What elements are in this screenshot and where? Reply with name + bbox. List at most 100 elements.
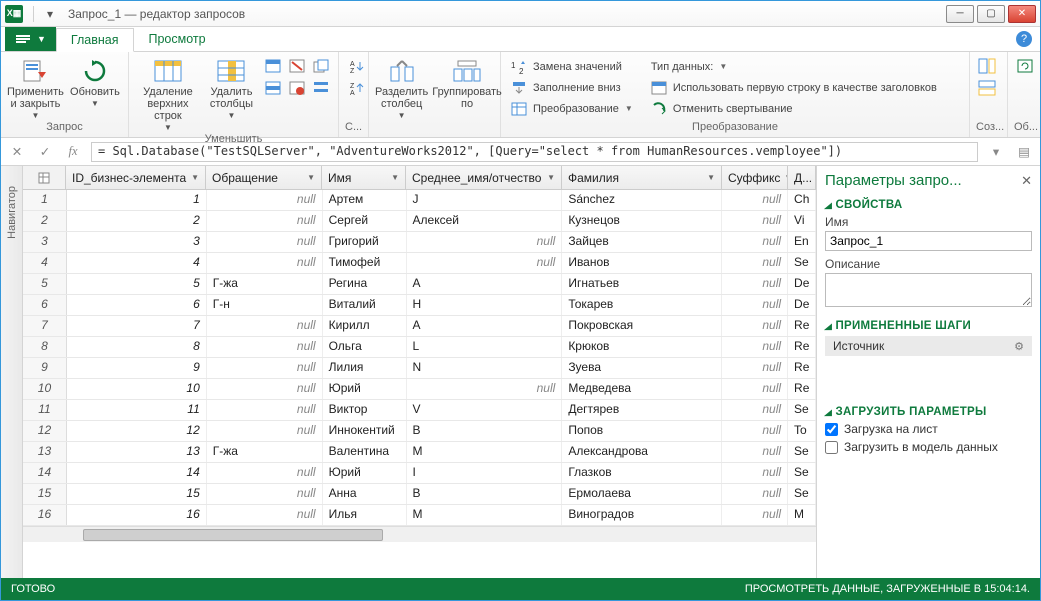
query-name-input[interactable] [825, 231, 1032, 251]
maximize-button[interactable]: ▢ [977, 5, 1005, 23]
cell[interactable]: 4 [67, 253, 207, 273]
cell[interactable]: Григорий [323, 232, 407, 252]
cell[interactable]: Глазков [562, 463, 722, 483]
cell[interactable]: Артем [323, 190, 407, 210]
cell[interactable]: 5 [67, 274, 207, 294]
cell[interactable]: null [207, 190, 323, 210]
first-row-headers-button[interactable]: Использовать первую строку в качестве за… [647, 77, 941, 98]
sort-asc-button[interactable]: AZ [345, 56, 367, 76]
cell[interactable]: N [407, 358, 563, 378]
refresh-button[interactable]: Обновить ▼ [68, 54, 122, 109]
step-source[interactable]: Источник ⚙ [825, 336, 1032, 356]
cell[interactable]: Зайцев [562, 232, 722, 252]
section-load[interactable]: ЗАГРУЗИТЬ ПАРАМЕТРЫ [825, 406, 1032, 418]
cell[interactable]: Сергей [323, 211, 407, 231]
cell[interactable]: 12 [67, 421, 207, 441]
cell[interactable]: null [207, 232, 323, 252]
cell[interactable]: null [407, 232, 563, 252]
cell[interactable]: null [207, 400, 323, 420]
cell[interactable]: Юрий [323, 379, 407, 399]
cell[interactable]: Re [788, 379, 816, 399]
load-to-sheet-checkbox[interactable]: Загрузка на лист [825, 422, 1032, 436]
cell[interactable]: Se [788, 442, 816, 462]
cell[interactable]: null [207, 379, 323, 399]
cell[interactable]: null [722, 379, 788, 399]
cell[interactable]: A [407, 274, 563, 294]
cell[interactable]: Тимофей [323, 253, 407, 273]
table-row[interactable]: 88nullОльгаLКрюковnullRe [23, 337, 816, 358]
remove-duplicates-button[interactable] [310, 56, 332, 76]
remove-alternate-button[interactable] [310, 78, 332, 98]
column-header[interactable]: ID_бизнес-элемента▼ [66, 166, 206, 189]
cell[interactable]: 8 [67, 337, 207, 357]
column-header[interactable]: Суффикс▼ [722, 166, 788, 189]
cell[interactable]: null [207, 211, 323, 231]
remove-errors-button[interactable] [286, 78, 308, 98]
cell[interactable]: null [722, 316, 788, 336]
transform-button[interactable]: Преобразование ▼ [507, 98, 637, 119]
cell[interactable]: 1 [67, 190, 207, 210]
table-row[interactable]: 1010nullЮрийnullМедведеваnullRe [23, 379, 816, 400]
query-desc-input[interactable] [825, 273, 1032, 307]
refresh-small-button[interactable] [1014, 56, 1036, 76]
cell[interactable]: Юрий [323, 463, 407, 483]
table-row[interactable]: 22nullСергейАлексейКузнецовnullVi [23, 211, 816, 232]
remove-columns-button[interactable]: Удалить столбцы ▼ [205, 54, 258, 121]
filter-dropdown-icon[interactable]: ▼ [707, 173, 715, 182]
fill-down-button[interactable]: Заполнение вниз [507, 77, 637, 98]
cell[interactable]: A [407, 316, 563, 336]
cell[interactable]: null [207, 505, 323, 525]
status-right[interactable]: ПРОСМОТРЕТЬ ДАННЫЕ, ЗАГРУЖЕННЫЕ В 15:04:… [745, 583, 1030, 595]
cell[interactable]: Регина [323, 274, 407, 294]
cell[interactable]: J [407, 190, 563, 210]
checkbox-input[interactable] [825, 441, 838, 454]
cell[interactable]: Зуева [562, 358, 722, 378]
cell[interactable]: Дегтярев [562, 400, 722, 420]
cell[interactable]: null [207, 358, 323, 378]
cell[interactable]: Илья [323, 505, 407, 525]
cell[interactable]: 15 [67, 484, 207, 504]
cell[interactable]: null [722, 484, 788, 504]
table-row[interactable]: 1313Г-жаВалентинаMАлександроваnullSe [23, 442, 816, 463]
scrollbar-thumb[interactable] [83, 529, 383, 541]
cell[interactable]: 7 [67, 316, 207, 336]
data-type-button[interactable]: Тип данных: ▼ [647, 56, 941, 77]
remove-rows-button[interactable] [286, 56, 308, 76]
panel-close-icon[interactable]: ✕ [1021, 173, 1032, 189]
cell[interactable]: Виталий [323, 295, 407, 315]
cell[interactable]: De [788, 274, 816, 294]
filter-dropdown-icon[interactable]: ▼ [391, 173, 399, 182]
column-header[interactable]: Среднее_имя/отчество▼ [406, 166, 562, 189]
combine-button-2[interactable] [976, 78, 998, 98]
cell[interactable]: Г-жа [207, 442, 323, 462]
cell[interactable]: Se [788, 463, 816, 483]
tab-view[interactable]: Просмотр [134, 27, 221, 51]
cell[interactable]: null [722, 442, 788, 462]
formula-fx-icon[interactable]: fx [63, 142, 83, 162]
cell[interactable]: Попов [562, 421, 722, 441]
table-row[interactable]: 66Г-нВиталийHТокаревnullDe [23, 295, 816, 316]
gear-icon[interactable]: ⚙ [1014, 340, 1024, 353]
table-row[interactable]: 1616nullИльяMВиноградовnullM [23, 505, 816, 526]
replace-values-button[interactable]: 12 Замена значений [507, 56, 637, 77]
section-properties[interactable]: СВОЙСТВА [825, 199, 1032, 211]
filter-dropdown-icon[interactable]: ▼ [307, 173, 315, 182]
cell[interactable]: null [722, 211, 788, 231]
cell[interactable]: Г-н [207, 295, 323, 315]
cell[interactable]: Ольга [323, 337, 407, 357]
cell[interactable]: 10 [67, 379, 207, 399]
cell[interactable]: Se [788, 253, 816, 273]
cell[interactable]: B [407, 421, 563, 441]
cell[interactable]: B [407, 484, 563, 504]
cell[interactable]: De [788, 295, 816, 315]
group-by-button[interactable]: Группировать по [432, 54, 502, 110]
cell[interactable]: Покровская [562, 316, 722, 336]
sort-desc-button[interactable]: ZA [345, 78, 367, 98]
cell[interactable]: Медведева [562, 379, 722, 399]
close-button[interactable]: ✕ [1008, 5, 1036, 23]
cell[interactable]: Крюков [562, 337, 722, 357]
cell[interactable]: null [722, 274, 788, 294]
cell[interactable]: 13 [67, 442, 207, 462]
cell[interactable]: 2 [67, 211, 207, 231]
cell[interactable]: Re [788, 316, 816, 336]
